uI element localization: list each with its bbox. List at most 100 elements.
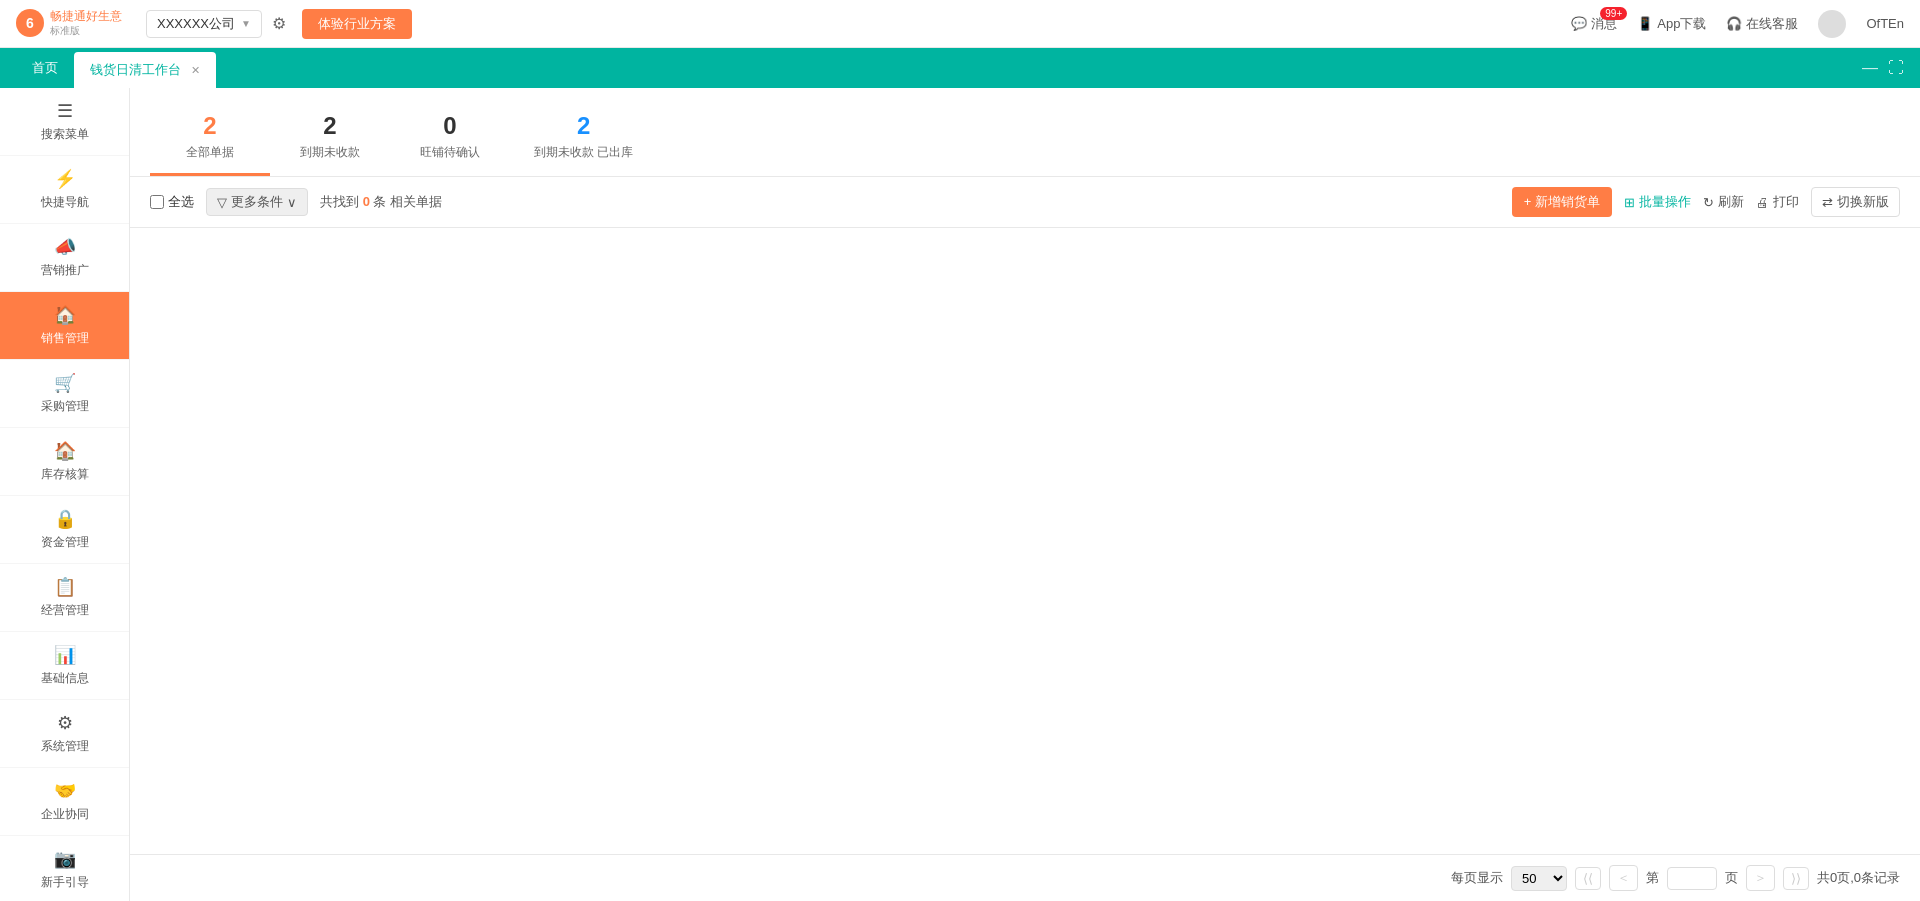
chevron-down-icon: ▼ xyxy=(241,18,251,29)
system-icon: ⚙ xyxy=(57,712,73,734)
trial-button[interactable]: 体验行业方案 xyxy=(302,9,412,39)
sidebar-item-inventory[interactable]: 🏠 库存核算 xyxy=(0,428,129,496)
stat-card-overdue_out[interactable]: 2 到期未收款 已出库 xyxy=(510,104,657,176)
close-tab-icon[interactable]: ✕ xyxy=(191,64,200,77)
sidebar-item-basic[interactable]: 📊 基础信息 xyxy=(0,632,129,700)
minimize-icon[interactable]: — xyxy=(1862,59,1878,77)
nav-tabs: 首页 钱货日清工作台 ✕ — ⛶ xyxy=(0,48,1920,88)
stat-num-overdue_out: 2 xyxy=(577,112,590,140)
filter-icon: ▽ xyxy=(217,195,227,210)
result-suffix: 条 相关单据 xyxy=(373,194,442,209)
select-all-input[interactable] xyxy=(150,195,164,209)
sidebar-item-marketing[interactable]: 📣 营销推广 xyxy=(0,224,129,292)
last-page-button[interactable]: ⟩⟩ xyxy=(1783,867,1809,890)
stat-card-overdue[interactable]: 2 到期未收款 xyxy=(270,104,390,176)
logo-tag: 标准版 xyxy=(50,24,122,38)
print-button[interactable]: 🖨 打印 xyxy=(1756,193,1799,211)
logo-icon: 6 xyxy=(16,9,44,37)
sidebar-item-shortcut[interactable]: ⚡ 快捷导航 xyxy=(0,156,129,224)
sales-icon: 🏠 xyxy=(54,304,76,326)
tab-workbench-label: 钱货日清工作台 xyxy=(90,61,181,79)
prev-page-button[interactable]: ＜ xyxy=(1609,865,1638,891)
inventory-icon: 🏠 xyxy=(54,440,76,462)
total-info: 共0页,0条记录 xyxy=(1817,869,1900,887)
result-count: 0 xyxy=(363,194,370,209)
sidebar-item-label: 采购管理 xyxy=(41,398,89,415)
message-action[interactable]: 💬 消息 99+ xyxy=(1571,15,1617,33)
switch-version-button[interactable]: ⇄ 切换新版 xyxy=(1811,187,1900,217)
company-name: XXXXXX公司 xyxy=(157,15,235,33)
sidebar-item-operation[interactable]: 📋 经营管理 xyxy=(0,564,129,632)
logo-area: 6 畅捷通好生意 标准版 xyxy=(16,9,146,37)
basic-icon: 📊 xyxy=(54,644,76,666)
tab-workbench[interactable]: 钱货日清工作台 ✕ xyxy=(74,52,216,88)
stat-desc-all: 全部单据 xyxy=(186,144,234,161)
purchase-icon: 🛒 xyxy=(54,372,76,394)
settings-icon[interactable]: ⚙ xyxy=(272,14,286,33)
select-all-label: 全选 xyxy=(168,193,194,211)
result-text: 共找到 0 条 相关单据 xyxy=(320,193,442,211)
enterprise-icon: 🤝 xyxy=(54,780,76,802)
stat-num-overdue: 2 xyxy=(323,112,336,140)
refresh-button[interactable]: ↻ 刷新 xyxy=(1703,193,1744,211)
online-service-action[interactable]: 🎧 在线客服 xyxy=(1726,15,1798,33)
switch-label: 切换新版 xyxy=(1837,193,1889,211)
page-label: 第 xyxy=(1646,869,1659,887)
batch-action-button[interactable]: ⊞ 批量操作 xyxy=(1624,193,1691,211)
sidebar-item-label: 销售管理 xyxy=(41,330,89,347)
batch-label: 批量操作 xyxy=(1639,193,1691,211)
toolbar-left: 全选 ▽ 更多条件 ∨ 共找到 0 条 相关单据 xyxy=(150,188,1500,216)
sidebar-item-guide[interactable]: 📷 新手引导 xyxy=(0,836,129,901)
per-page-select[interactable]: 2050100200 xyxy=(1511,866,1567,891)
sidebar-item-label: 经营管理 xyxy=(41,602,89,619)
sidebar-item-search[interactable]: ☰ 搜索菜单 xyxy=(0,88,129,156)
sidebar-item-label: 搜索菜单 xyxy=(41,126,89,143)
refresh-icon: ↻ xyxy=(1703,195,1714,210)
search-icon: ☰ xyxy=(57,100,73,122)
logo-name: 畅捷通好生意 xyxy=(50,9,122,23)
select-all-checkbox[interactable]: 全选 xyxy=(150,193,194,211)
page-end-label: 页 xyxy=(1725,869,1738,887)
sidebar-item-enterprise[interactable]: 🤝 企业协同 xyxy=(0,768,129,836)
sidebar-item-label: 系统管理 xyxy=(41,738,89,755)
operation-icon: 📋 xyxy=(54,576,76,598)
tab-home[interactable]: 首页 xyxy=(16,48,74,88)
filter-button[interactable]: ▽ 更多条件 ∨ xyxy=(206,188,308,216)
stat-num-pending: 0 xyxy=(443,112,456,140)
print-icon: 🖨 xyxy=(1756,195,1769,210)
sidebar-item-label: 库存核算 xyxy=(41,466,89,483)
next-page-button[interactable]: ＞ xyxy=(1746,865,1775,891)
sidebar-item-label: 企业协同 xyxy=(41,806,89,823)
sidebar-item-label: 新手引导 xyxy=(41,874,89,891)
stat-desc-overdue: 到期未收款 xyxy=(300,144,360,161)
sidebar-item-finance[interactable]: 🔒 资金管理 xyxy=(0,496,129,564)
stat-card-pending[interactable]: 0 旺铺待确认 xyxy=(390,104,510,176)
pagination: 每页显示 2050100200 ⟨⟨ ＜ 第 1 页 ＞ ⟩⟩ 共0页,0条记录 xyxy=(130,854,1920,901)
batch-icon: ⊞ xyxy=(1624,195,1635,210)
sidebar: ☰ 搜索菜单 ⚡ 快捷导航 📣 营销推广 🏠 销售管理 🛒 采购管理 🏠 库存核… xyxy=(0,88,130,901)
avatar[interactable] xyxy=(1818,10,1846,38)
filter-label: 更多条件 xyxy=(231,193,283,211)
page-number-input[interactable]: 1 xyxy=(1667,867,1717,890)
per-page-label: 每页显示 xyxy=(1451,869,1503,887)
sidebar-item-purchase[interactable]: 🛒 采购管理 xyxy=(0,360,129,428)
marketing-icon: 📣 xyxy=(54,236,76,258)
sidebar-item-label: 快捷导航 xyxy=(41,194,89,211)
first-page-button[interactable]: ⟨⟨ xyxy=(1575,867,1601,890)
maximize-icon[interactable]: ⛶ xyxy=(1888,59,1904,77)
stat-num-all: 2 xyxy=(203,112,216,140)
sidebar-item-sales[interactable]: 🏠 销售管理 xyxy=(0,292,129,360)
online-service-label: 在线客服 xyxy=(1746,15,1798,33)
table-area xyxy=(130,228,1920,854)
company-selector[interactable]: XXXXXX公司 ▼ xyxy=(146,10,262,38)
finance-icon: 🔒 xyxy=(54,508,76,530)
sidebar-item-label: 营销推广 xyxy=(41,262,89,279)
stat-card-all[interactable]: 2 全部单据 xyxy=(150,104,270,176)
add-sales-order-button[interactable]: + 新增销货单 xyxy=(1512,187,1612,217)
sidebar-item-system[interactable]: ⚙ 系统管理 xyxy=(0,700,129,768)
message-badge: 99+ xyxy=(1600,7,1627,20)
table-empty xyxy=(130,228,1920,854)
chevron-filter-icon: ∨ xyxy=(287,195,297,210)
app-download-action[interactable]: 📱 App下载 xyxy=(1637,15,1706,33)
header-right: 💬 消息 99+ 📱 App下载 🎧 在线客服 OfTEn xyxy=(1571,10,1904,38)
